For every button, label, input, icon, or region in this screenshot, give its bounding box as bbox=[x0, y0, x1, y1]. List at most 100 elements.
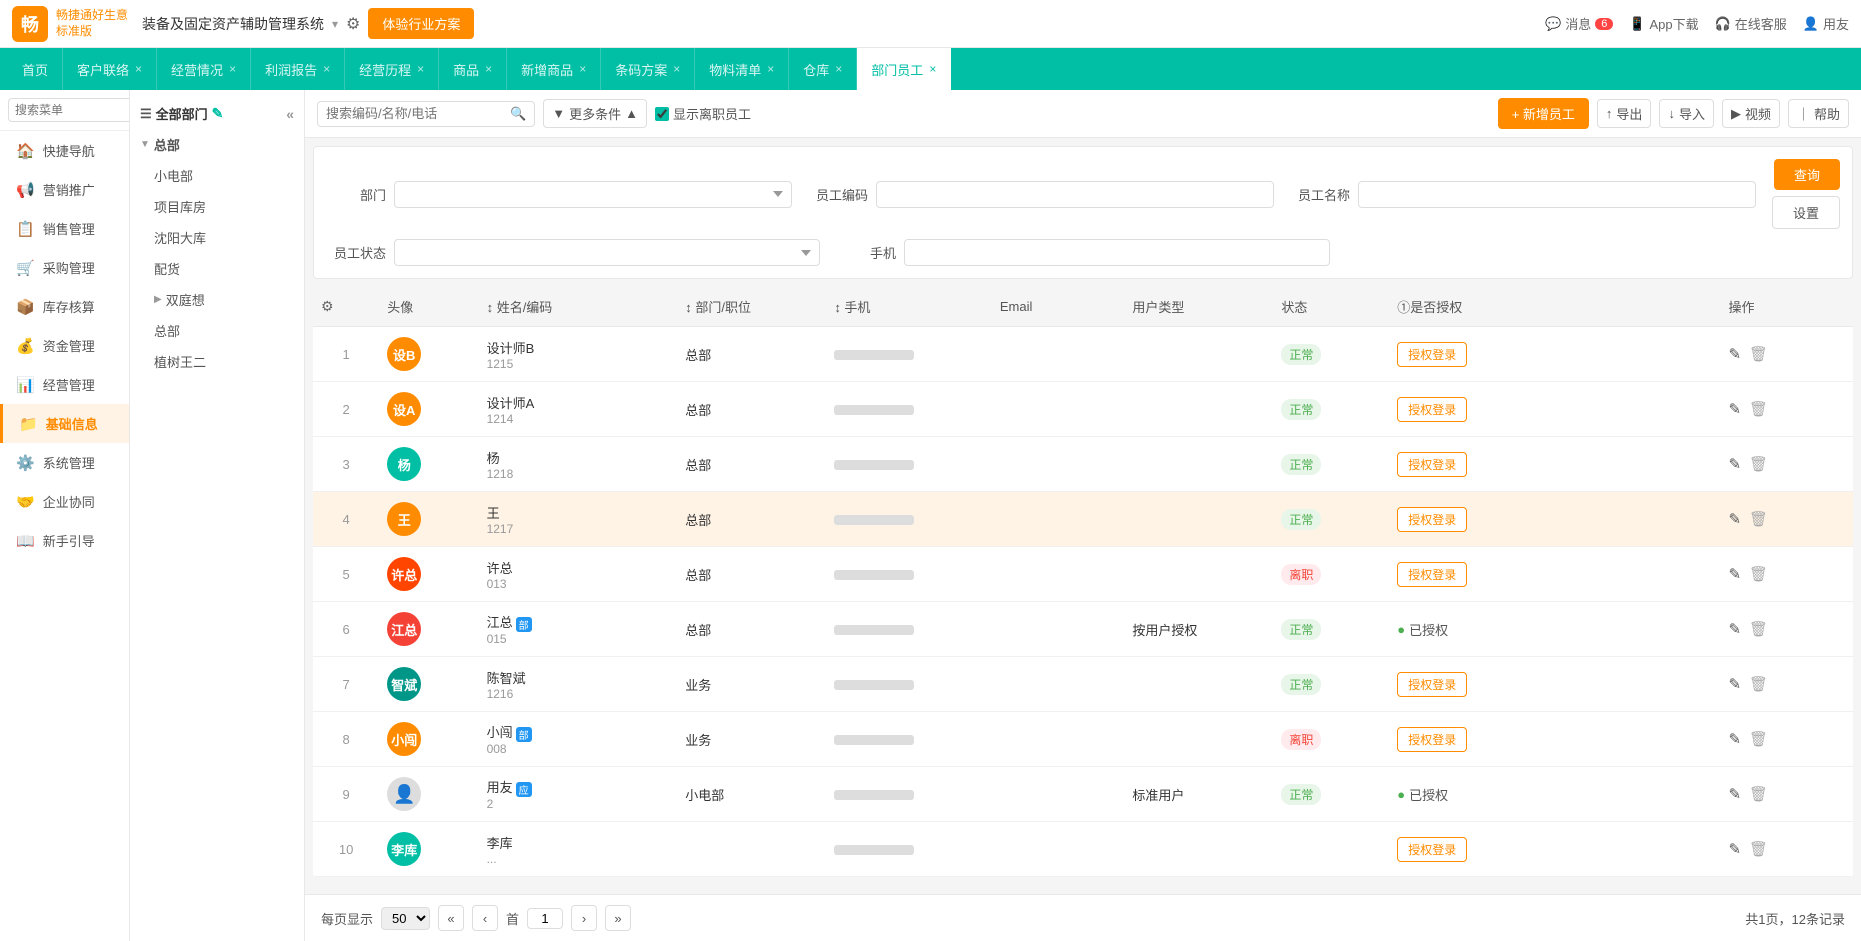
tree-node-0[interactable]: ▼ 总部 bbox=[130, 129, 304, 160]
view-button[interactable]: ▶ 视频 bbox=[1722, 99, 1780, 128]
tree-node-3[interactable]: 沈阳大库 bbox=[130, 222, 304, 253]
show-leave-input[interactable] bbox=[655, 107, 669, 121]
nav-tab-6[interactable]: 新增商品× bbox=[507, 48, 601, 90]
message-button[interactable]: 💬 消息 6 bbox=[1545, 14, 1613, 33]
sidebar-item-9[interactable]: 🤝企业协同 bbox=[0, 482, 129, 521]
edit-button[interactable]: ✎ bbox=[1728, 675, 1741, 693]
tab-close-icon[interactable]: × bbox=[929, 62, 936, 76]
edit-button[interactable]: ✎ bbox=[1728, 345, 1741, 363]
nav-tab-0[interactable]: 首页 bbox=[8, 48, 63, 90]
tree-node-6[interactable]: 总部 bbox=[130, 315, 304, 346]
export-button[interactable]: ↑ 导出 bbox=[1597, 99, 1652, 128]
tree-edit-icon[interactable]: ✎ bbox=[212, 105, 224, 122]
sidebar-item-0[interactable]: 🏠快捷导航 bbox=[0, 131, 129, 170]
auth-login-button[interactable]: 授权登录 bbox=[1397, 837, 1467, 862]
tab-close-icon[interactable]: × bbox=[323, 62, 330, 76]
edit-button[interactable]: ✎ bbox=[1728, 620, 1741, 638]
import-button[interactable]: ↓ 导入 bbox=[1659, 99, 1714, 128]
nav-tab-5[interactable]: 商品× bbox=[439, 48, 507, 90]
more-filter-button[interactable]: ▼ 更多条件 ▲ bbox=[543, 99, 647, 128]
nav-tab-2[interactable]: 经营情况× bbox=[157, 48, 251, 90]
tab-close-icon[interactable]: × bbox=[417, 62, 424, 76]
sidebar-item-6[interactable]: 📊经营管理 bbox=[0, 365, 129, 404]
last-page-button[interactable]: » bbox=[605, 905, 631, 931]
auth-login-button[interactable]: 授权登录 bbox=[1397, 452, 1467, 477]
delete-button[interactable]: 🗑 bbox=[1749, 675, 1768, 693]
edit-button[interactable]: ✎ bbox=[1728, 785, 1741, 803]
tree-node-5[interactable]: ▶ 双庭想 bbox=[130, 284, 304, 315]
sidebar-item-2[interactable]: 📋销售管理 bbox=[0, 209, 129, 248]
delete-button[interactable]: 🗑 bbox=[1749, 840, 1768, 858]
edit-button[interactable]: ✎ bbox=[1728, 840, 1741, 858]
search-button[interactable]: 查询 bbox=[1774, 159, 1840, 190]
edit-button[interactable]: ✎ bbox=[1728, 565, 1741, 583]
tree-collapse-icon[interactable]: « bbox=[286, 106, 294, 122]
first-page-button[interactable]: « bbox=[438, 905, 464, 931]
dept-select[interactable] bbox=[394, 181, 792, 208]
nav-tab-8[interactable]: 物料清单× bbox=[695, 48, 789, 90]
tab-close-icon[interactable]: × bbox=[135, 62, 142, 76]
status-select[interactable] bbox=[394, 239, 820, 266]
tab-close-icon[interactable]: × bbox=[767, 62, 774, 76]
tree-node-4[interactable]: 配货 bbox=[130, 253, 304, 284]
nav-tab-9[interactable]: 仓库× bbox=[789, 48, 857, 90]
tab-close-icon[interactable]: × bbox=[229, 62, 236, 76]
gear-icon[interactable]: ⚙ bbox=[346, 14, 360, 34]
delete-button[interactable]: 🗑 bbox=[1749, 345, 1768, 363]
tab-close-icon[interactable]: × bbox=[485, 62, 492, 76]
support-button[interactable]: 🎧 在线客服 bbox=[1715, 14, 1787, 33]
auth-login-button[interactable]: 授权登录 bbox=[1397, 672, 1467, 697]
delete-button[interactable]: 🗑 bbox=[1749, 730, 1768, 748]
tree-node-7[interactable]: 植树王二 bbox=[130, 346, 304, 377]
app-download-button[interactable]: 📱 App下载 bbox=[1629, 14, 1698, 33]
sidebar-item-1[interactable]: 📢营销推广 bbox=[0, 170, 129, 209]
sidebar-item-10[interactable]: 📖新手引导 bbox=[0, 521, 129, 560]
delete-button[interactable]: 🗑 bbox=[1749, 455, 1768, 473]
help-button[interactable]: ｜ 帮助 bbox=[1788, 99, 1849, 128]
tab-close-icon[interactable]: × bbox=[673, 62, 680, 76]
code-input[interactable] bbox=[876, 181, 1274, 208]
sidebar-item-3[interactable]: 🛒采购管理 bbox=[0, 248, 129, 287]
delete-button[interactable]: 🗑 bbox=[1749, 620, 1768, 638]
reset-button[interactable]: 设置 bbox=[1772, 196, 1840, 229]
delete-button[interactable]: 🗑 bbox=[1749, 400, 1768, 418]
auth-login-button[interactable]: 授权登录 bbox=[1397, 342, 1467, 367]
auth-login-button[interactable]: 授权登录 bbox=[1397, 562, 1467, 587]
tab-close-icon[interactable]: × bbox=[835, 62, 842, 76]
edit-button[interactable]: ✎ bbox=[1728, 455, 1741, 473]
next-page-button[interactable]: › bbox=[571, 905, 597, 931]
tree-node-2[interactable]: 项目库房 bbox=[130, 191, 304, 222]
table-settings-icon[interactable]: ⚙ bbox=[321, 298, 334, 314]
tree-node-1[interactable]: 小电部 bbox=[130, 160, 304, 191]
edit-button[interactable]: ✎ bbox=[1728, 730, 1741, 748]
tab-close-icon[interactable]: × bbox=[579, 62, 586, 76]
nav-tab-4[interactable]: 经营历程× bbox=[345, 48, 439, 90]
prev-page-button[interactable]: ‹ bbox=[472, 905, 498, 931]
page-size-select[interactable]: 50 bbox=[381, 907, 430, 930]
delete-button[interactable]: 🗑 bbox=[1749, 510, 1768, 528]
delete-button[interactable]: 🗑 bbox=[1749, 785, 1768, 803]
auth-login-button[interactable]: 授权登录 bbox=[1397, 397, 1467, 422]
user-menu[interactable]: 👤 用友 bbox=[1803, 14, 1849, 33]
show-leave-checkbox[interactable]: 显示离职员工 bbox=[655, 104, 751, 123]
sidebar-item-7[interactable]: 📁基础信息 bbox=[0, 404, 129, 443]
nav-tab-7[interactable]: 条码方案× bbox=[601, 48, 695, 90]
add-employee-button[interactable]: + 新增员工 bbox=[1498, 98, 1589, 129]
delete-button[interactable]: 🗑 bbox=[1749, 565, 1768, 583]
sidebar-item-4[interactable]: 📦库存核算 bbox=[0, 287, 129, 326]
search-menu-input[interactable] bbox=[8, 98, 130, 122]
auth-login-button[interactable]: 授权登录 bbox=[1397, 727, 1467, 752]
phone-input[interactable] bbox=[904, 239, 1330, 266]
search-input[interactable] bbox=[326, 106, 506, 121]
nav-tab-3[interactable]: 利润报告× bbox=[251, 48, 345, 90]
sidebar-item-5[interactable]: 💰资金管理 bbox=[0, 326, 129, 365]
trial-button[interactable]: 体验行业方案 bbox=[368, 8, 474, 39]
auth-login-button[interactable]: 授权登录 bbox=[1397, 507, 1467, 532]
nav-tab-10[interactable]: 部门员工× bbox=[857, 48, 951, 90]
edit-button[interactable]: ✎ bbox=[1728, 510, 1741, 528]
name-input[interactable] bbox=[1358, 181, 1756, 208]
sidebar-item-8[interactable]: ⚙️系统管理 bbox=[0, 443, 129, 482]
system-dropdown-icon[interactable]: ▾ bbox=[332, 17, 338, 31]
edit-button[interactable]: ✎ bbox=[1728, 400, 1741, 418]
page-number-input[interactable] bbox=[527, 908, 563, 929]
